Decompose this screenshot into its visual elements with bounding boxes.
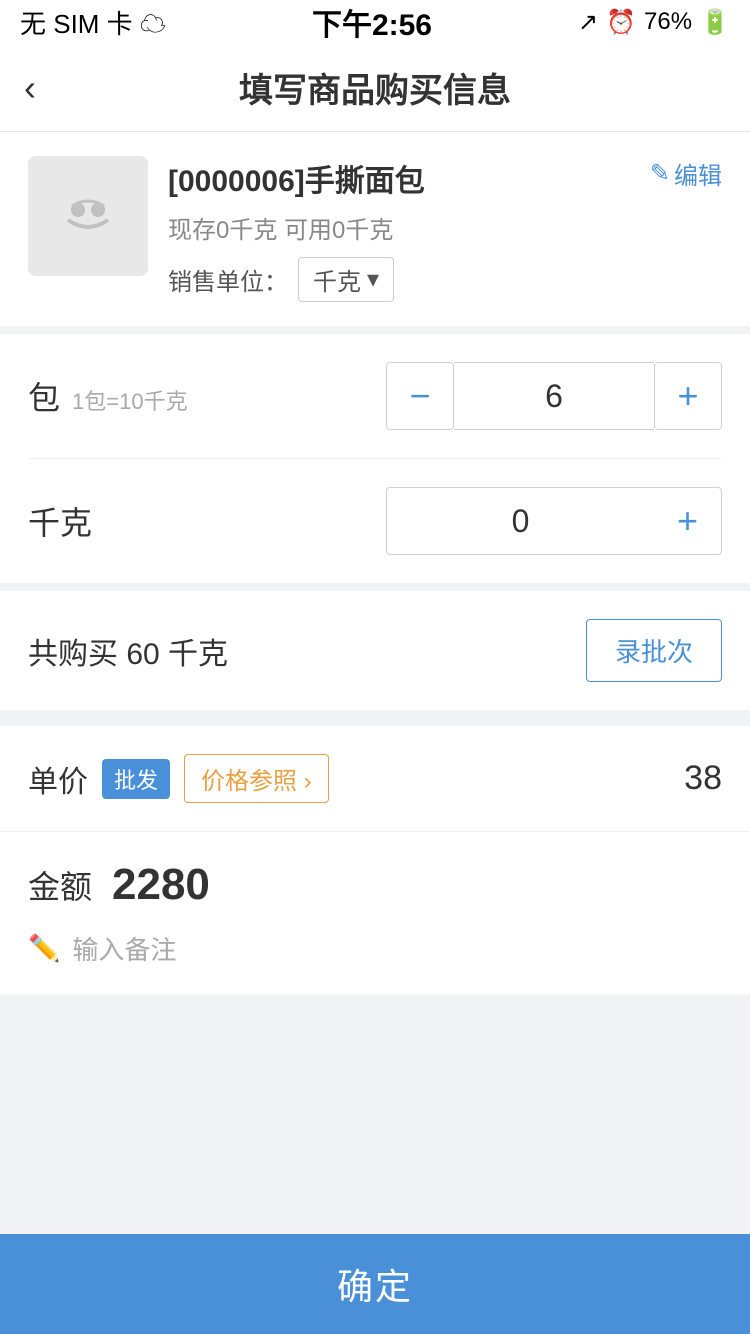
qty-label-kg: 千克 bbox=[28, 498, 92, 544]
summary-text: 共购买 60 千克 bbox=[28, 629, 228, 673]
qty-hint-bao: 1包=10千克 bbox=[72, 384, 188, 416]
status-carrier: 无 SIM 卡 ☁ bbox=[20, 4, 166, 41]
qty-unit-bao: 包 bbox=[28, 373, 60, 419]
nav-bar: ‹ 填写商品购买信息 bbox=[0, 44, 750, 132]
product-stock: 现存0千克 可用0千克 bbox=[168, 210, 722, 245]
qty-plus-bao[interactable]: + bbox=[654, 362, 722, 430]
edit-label: 编辑 bbox=[674, 156, 722, 191]
product-thumbnail bbox=[28, 156, 148, 276]
chevron-down-icon: ▾ bbox=[367, 265, 379, 294]
price-ref-button[interactable]: 价格参照 › bbox=[184, 754, 329, 803]
separator-1 bbox=[0, 583, 750, 591]
unit-select[interactable]: 千克 ▾ bbox=[298, 257, 394, 302]
qty-minus-bao[interactable]: − bbox=[386, 362, 454, 430]
location-icon: ↗ bbox=[578, 8, 598, 37]
amount-row: 金额 2280 bbox=[28, 860, 722, 910]
qty-controls-kg: + bbox=[386, 487, 722, 555]
status-right: ↗ ⏰ 76% 🔋 bbox=[578, 8, 730, 37]
quantity-section: 包 1包=10千克 − + 千克 + bbox=[0, 334, 750, 583]
edit-icon: ✎ bbox=[650, 159, 670, 188]
back-button[interactable]: ‹ bbox=[24, 67, 36, 109]
separator-2 bbox=[0, 718, 750, 726]
qty-input-bao[interactable] bbox=[454, 362, 654, 430]
confirm-button[interactable]: 确定 bbox=[0, 1234, 750, 1334]
product-card: [0000006]手撕面包 ✎ 编辑 现存0千克 可用0千克 销售单位： 千克 … bbox=[0, 132, 750, 334]
note-placeholder: 输入备注 bbox=[72, 930, 176, 967]
unit-label: 销售单位： bbox=[168, 262, 288, 297]
price-tag-wholesale: 批发 bbox=[102, 759, 170, 799]
qty-row-bao: 包 1包=10千克 − + bbox=[28, 334, 722, 459]
product-unit-row: 销售单位： 千克 ▾ bbox=[168, 257, 722, 302]
amount-label: 金额 bbox=[28, 862, 92, 908]
price-label-group: 单价 批发 价格参照 › bbox=[28, 754, 329, 803]
product-info: [0000006]手撕面包 ✎ 编辑 现存0千克 可用0千克 销售单位： 千克 … bbox=[168, 156, 722, 302]
unit-value: 千克 bbox=[313, 262, 361, 297]
battery-level: 76% bbox=[644, 8, 692, 36]
amount-value: 2280 bbox=[112, 860, 210, 910]
price-label: 单价 bbox=[28, 757, 88, 801]
battery-icon: 🔋 bbox=[700, 8, 730, 37]
qty-controls-bao: − + bbox=[386, 362, 722, 430]
qty-row-kg: 千克 + bbox=[28, 459, 722, 583]
qty-unit-kg: 千克 bbox=[28, 498, 92, 544]
alarm-icon: ⏰ bbox=[606, 8, 636, 37]
edit-button[interactable]: ✎ 编辑 bbox=[650, 156, 722, 191]
qty-input-kg[interactable] bbox=[386, 487, 654, 555]
price-section: 单价 批发 价格参照 › 38 bbox=[0, 726, 750, 832]
note-row[interactable]: ✏️ 输入备注 bbox=[28, 930, 722, 967]
qty-label-bao: 包 1包=10千克 bbox=[28, 373, 188, 419]
pencil-icon: ✏️ bbox=[28, 933, 60, 964]
page-title: 填写商品购买信息 bbox=[239, 63, 511, 112]
amount-section: 金额 2280 ✏️ 输入备注 bbox=[0, 832, 750, 995]
product-name: [0000006]手撕面包 bbox=[168, 156, 425, 200]
status-time: 下午2:56 bbox=[312, 0, 432, 44]
price-value: 38 bbox=[684, 759, 722, 798]
batch-button[interactable]: 录批次 bbox=[586, 619, 722, 682]
qty-plus-kg[interactable]: + bbox=[654, 487, 722, 555]
content-spacer bbox=[0, 995, 750, 1234]
status-bar: 无 SIM 卡 ☁ 下午2:56 ↗ ⏰ 76% 🔋 bbox=[0, 0, 750, 44]
summary-section: 共购买 60 千克 录批次 bbox=[0, 591, 750, 718]
